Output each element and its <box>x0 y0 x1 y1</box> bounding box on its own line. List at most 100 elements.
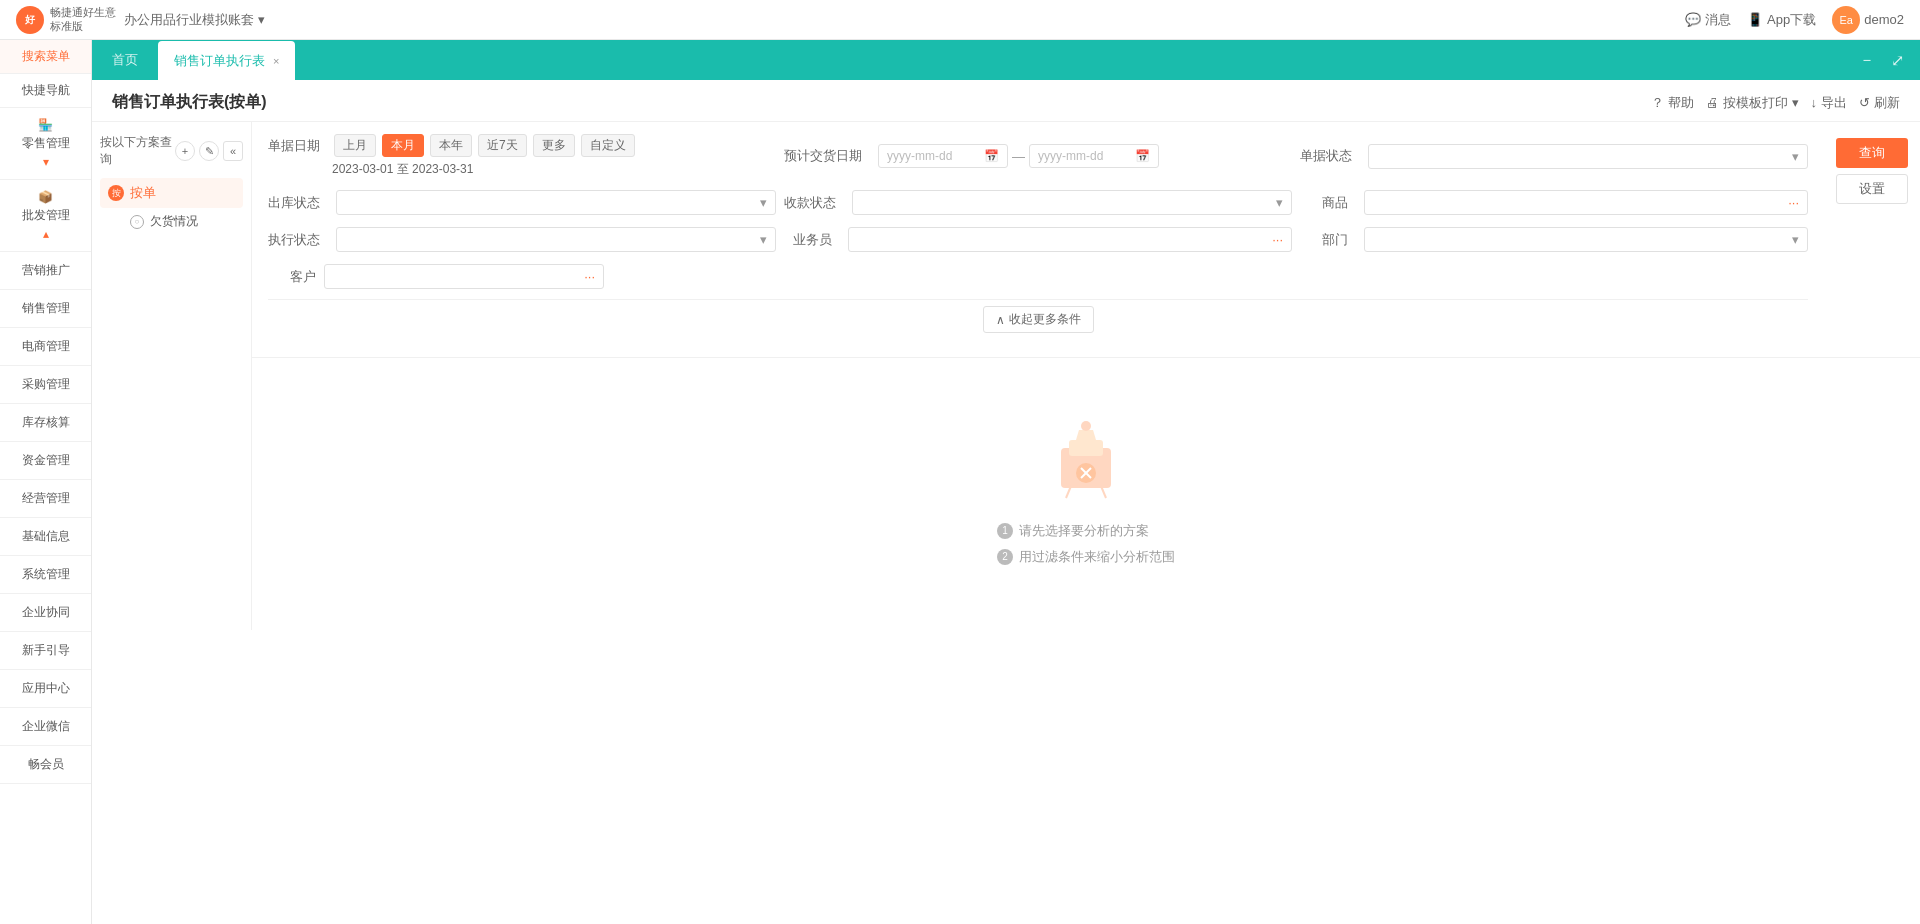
collect-status-select[interactable]: ▾ <box>852 190 1292 215</box>
curr-month-btn[interactable]: 本月 <box>382 134 424 157</box>
refresh-icon: ↺ <box>1859 95 1870 110</box>
chevron-down-icon: ▾ <box>1276 195 1283 210</box>
date-quick-btns: 上月 本月 本年 近7天 更多 自定义 <box>334 134 635 157</box>
user-area[interactable]: Ea demo2 <box>1832 6 1904 34</box>
help-button[interactable]: ？ 帮助 <box>1651 94 1694 112</box>
collapse-left-panel-button[interactable]: « <box>223 141 243 161</box>
sidebar-item-quick-nav[interactable]: 快捷导航 <box>0 74 91 108</box>
sidebar-item-enterprise[interactable]: 企业协同 <box>0 594 91 632</box>
salesperson-input[interactable]: ··· <box>848 227 1292 252</box>
reset-button[interactable]: 设置 <box>1836 174 1908 204</box>
left-panel: 按以下方案查询 + ✎ « 按 按单 ○ 欠货情况 <box>92 122 252 630</box>
search-menu-label[interactable]: 搜索菜单 <box>6 48 85 65</box>
date-label: 单据日期 <box>268 137 328 155</box>
quick-nav-label: 快捷导航 <box>22 83 70 97</box>
left-panel-header-actions: + ✎ « <box>175 141 243 161</box>
sidebar-item-wechat[interactable]: 企业微信 <box>0 708 91 746</box>
scheme-sub-icon: ○ <box>130 215 144 229</box>
export-icon: ↓ <box>1811 95 1818 110</box>
doc-status-select[interactable]: ▾ <box>1368 144 1808 169</box>
expected-date-inputs: yyyy-mm-dd 📅 — yyyy-mm-dd 📅 <box>878 144 1292 168</box>
date-range-text: 2023-03-01 至 2023-03-31 <box>332 161 473 178</box>
customer-input[interactable]: ··· <box>324 264 604 289</box>
chevron-up-icon: ▴ <box>43 227 49 241</box>
scheme-item-by-order[interactable]: 按 按单 <box>100 178 243 208</box>
prev-month-btn[interactable]: 上月 <box>334 134 376 157</box>
base-info-label: 基础信息 <box>22 528 70 545</box>
tab-active-sales-exec[interactable]: 销售订单执行表 × <box>158 41 295 81</box>
curr-year-btn[interactable]: 本年 <box>430 134 472 157</box>
sidebar-item-inventory[interactable]: 库存核算 <box>0 404 91 442</box>
sidebar-item-guide[interactable]: 新手引导 <box>0 632 91 670</box>
left-panel-header: 按以下方案查询 + ✎ « <box>100 134 243 168</box>
system-label: 系统管理 <box>22 566 70 583</box>
tip-num-1: 1 <box>997 523 1013 539</box>
sidebar-item-system[interactable]: 系统管理 <box>0 556 91 594</box>
finance-label: 资金管理 <box>22 452 70 469</box>
expected-date-start[interactable]: yyyy-mm-dd 📅 <box>878 144 1008 168</box>
export-button[interactable]: ↓ 导出 <box>1811 94 1848 112</box>
collapse-more-btn[interactable]: ∧ 收起更多条件 <box>983 306 1094 333</box>
print-chevron-icon: ▾ <box>1792 95 1799 110</box>
exec-status-select[interactable]: ▾ <box>336 227 776 252</box>
query-button[interactable]: 查询 <box>1836 138 1908 168</box>
tab-home[interactable]: 首页 <box>92 40 158 80</box>
out-status-select[interactable]: ▾ <box>336 190 776 215</box>
sidebar-item-retail[interactable]: 🏪 零售管理 ▾ <box>0 108 91 180</box>
tip-num-2: 2 <box>997 549 1013 565</box>
collapse-label: 收起更多条件 <box>1009 311 1081 328</box>
print-button[interactable]: 🖨 按模板打印 ▾ <box>1706 94 1799 112</box>
sidebar-item-purchase[interactable]: 采购管理 <box>0 366 91 404</box>
logo-area: 好 畅捷通好生意 标准版 <box>16 6 116 34</box>
sidebar-item-operations[interactable]: 经营管理 <box>0 480 91 518</box>
empty-tips: 1 请先选择要分析的方案 2 用过滤条件来缩小分析范围 <box>997 518 1175 570</box>
add-scheme-button[interactable]: + <box>175 141 195 161</box>
page-title: 销售订单执行表(按单) <box>112 92 267 113</box>
retail-label: 零售管理 <box>22 135 70 152</box>
last7-btn[interactable]: 近7天 <box>478 134 527 157</box>
edit-scheme-button[interactable]: ✎ <box>199 141 219 161</box>
goods-input[interactable]: ··· <box>1364 190 1808 215</box>
dept-select[interactable]: ▾ <box>1364 227 1808 252</box>
sidebar-item-base-info[interactable]: 基础信息 <box>0 518 91 556</box>
sidebar-search-area[interactable]: 搜索菜单 <box>0 40 91 74</box>
customer-label: 客户 <box>268 268 324 286</box>
sidebar-item-app-center[interactable]: 应用中心 <box>0 670 91 708</box>
message-icon: 💬 <box>1685 12 1701 27</box>
more-btn[interactable]: 更多 <box>533 134 575 157</box>
top-bar: 好 畅捷通好生意 标准版 办公用品行业模拟账套 ▾ 💬 消息 📱 App下载 E… <box>0 0 1920 40</box>
custom-btn[interactable]: 自定义 <box>581 134 635 157</box>
top-bar-right: 💬 消息 📱 App下载 Ea demo2 <box>1685 6 1904 34</box>
sidebar-item-wholesale[interactable]: 📦 批发管理 ▴ <box>0 180 91 252</box>
download-icon: 📱 <box>1747 12 1763 27</box>
main-layout: 搜索菜单 快捷导航 🏪 零售管理 ▾ 📦 批发管理 ▴ 营销推广 销售管理 电商… <box>0 40 1920 924</box>
breadcrumb[interactable]: 办公用品行业模拟账套 ▾ <box>124 11 265 29</box>
refresh-button[interactable]: ↺ 刷新 <box>1859 94 1900 112</box>
tab-close-icon[interactable]: × <box>273 55 279 67</box>
empty-state: 1 请先选择要分析的方案 2 用过滤条件来缩小分析范围 <box>252 358 1920 630</box>
collapse-chevron-icon: ∧ <box>996 313 1005 327</box>
expected-date-label: 预计交货日期 <box>784 147 870 165</box>
sidebar-item-finance[interactable]: 资金管理 <box>0 442 91 480</box>
empty-illustration <box>1041 418 1131 508</box>
sidebar-item-member[interactable]: 畅会员 <box>0 746 91 784</box>
empty-tip-row-2: 2 用过滤条件来缩小分析范围 <box>997 544 1175 570</box>
sidebar-item-sales[interactable]: 销售管理 <box>0 290 91 328</box>
filter-col-goods: 商品 ··· <box>1300 190 1808 215</box>
tab-minimize-icon[interactable]: － <box>1855 46 1879 75</box>
print-icon: 🖨 <box>1706 95 1719 110</box>
operations-label: 经营管理 <box>22 490 70 507</box>
app-download-button[interactable]: 📱 App下载 <box>1747 11 1816 29</box>
logo-text: 畅捷通好生意 标准版 <box>50 6 116 32</box>
doc-status-label: 单据状态 <box>1300 147 1360 165</box>
tab-maximize-icon[interactable]: ⤢ <box>1887 47 1908 74</box>
message-button[interactable]: 💬 消息 <box>1685 11 1731 29</box>
filter-row-1: 单据日期 上月 本月 本年 近7天 更多 自定义 <box>268 134 1808 178</box>
sidebar-item-ecommerce[interactable]: 电商管理 <box>0 328 91 366</box>
scheme-sub-shortage[interactable]: ○ 欠货情况 <box>100 208 243 235</box>
logo-icon: 好 <box>16 6 44 34</box>
sidebar-item-marketing[interactable]: 营销推广 <box>0 252 91 290</box>
filter-col-expected-date: 预计交货日期 yyyy-mm-dd 📅 — <box>784 134 1292 178</box>
expected-date-end[interactable]: yyyy-mm-dd 📅 <box>1029 144 1159 168</box>
calendar-icon: 📅 <box>984 149 999 163</box>
